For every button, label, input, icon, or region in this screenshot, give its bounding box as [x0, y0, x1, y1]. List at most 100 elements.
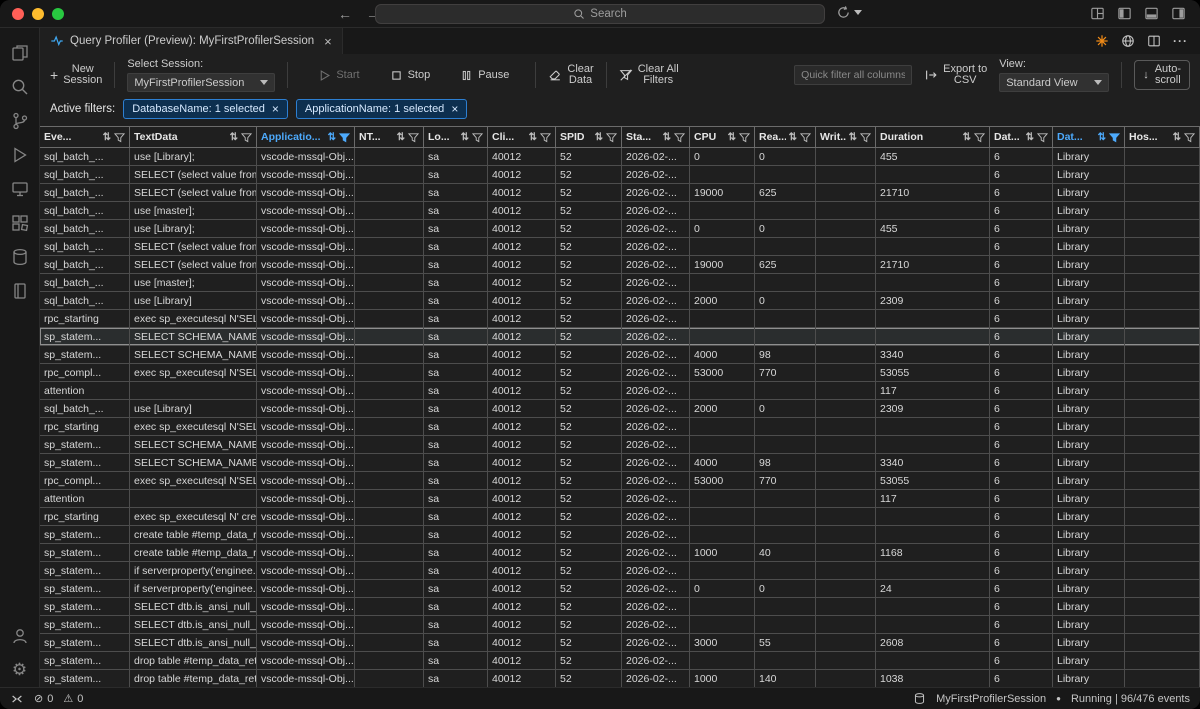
filter-icon[interactable] — [339, 132, 350, 143]
table-row[interactable]: sql_batch_...use [Library];vscode-mssql-… — [40, 220, 1200, 238]
column-header[interactable]: Duration⇅ — [876, 127, 990, 147]
remote-explorer-icon[interactable] — [0, 172, 40, 206]
table-row[interactable]: sql_batch_...SELECT (select value from .… — [40, 256, 1200, 274]
filter-icon[interactable] — [739, 132, 750, 143]
table-row[interactable]: rpc_compl...exec sp_executesql N'SEL...v… — [40, 472, 1200, 490]
globe-icon[interactable] — [1121, 34, 1135, 48]
filter-icon[interactable] — [674, 132, 685, 143]
export-csv-button[interactable]: Export to CSV — [924, 64, 987, 86]
view-select[interactable]: Standard View — [999, 73, 1109, 92]
column-header[interactable]: Lo...⇅ — [424, 127, 488, 147]
column-header[interactable]: Dat...⇅ — [1053, 127, 1125, 147]
extensions-icon[interactable] — [0, 206, 40, 240]
new-session-button[interactable]: + New Session — [50, 64, 102, 86]
remote-indicator-icon[interactable] — [10, 692, 24, 706]
close-window-button[interactable] — [12, 8, 24, 20]
split-editor-icon[interactable] — [1147, 34, 1161, 48]
account-icon[interactable] — [0, 619, 40, 653]
session-select[interactable]: MyFirstProfilerSession — [127, 73, 275, 92]
filter-icon[interactable] — [408, 132, 419, 143]
pause-button[interactable]: Pause — [460, 69, 509, 82]
source-control-icon[interactable] — [0, 104, 40, 138]
sort-icon[interactable]: ⇅ — [1098, 132, 1106, 143]
column-header[interactable]: Rea...⇅ — [755, 127, 816, 147]
column-header[interactable]: Hos...⇅ — [1125, 127, 1200, 147]
filter-icon[interactable] — [860, 132, 871, 143]
sort-icon[interactable]: ⇅ — [728, 132, 736, 143]
sort-icon[interactable]: ⇅ — [1026, 132, 1034, 143]
filter-icon[interactable] — [472, 132, 483, 143]
back-button[interactable]: ← — [338, 6, 352, 22]
problems-warnings[interactable]: ⚠ 0 — [63, 692, 83, 705]
table-row[interactable]: sp_statem...SELECT SCHEMA_NAME(t...vscod… — [40, 436, 1200, 454]
sort-icon[interactable]: ⇅ — [397, 132, 405, 143]
sort-icon[interactable]: ⇅ — [963, 132, 971, 143]
titlebar-search[interactable]: Search — [375, 4, 825, 24]
toggle-secondary-sidebar-icon[interactable] — [1171, 6, 1186, 21]
more-actions-icon[interactable]: ··· — [1173, 34, 1188, 48]
minimize-window-button[interactable] — [32, 8, 44, 20]
table-row[interactable]: sp_statem...create table #temp_data_r...… — [40, 544, 1200, 562]
column-header[interactable]: NT...⇅ — [355, 127, 424, 147]
column-header[interactable]: Sta...⇅ — [622, 127, 690, 147]
sort-icon[interactable]: ⇅ — [461, 132, 469, 143]
table-row[interactable]: sp_statem...SELECT SCHEMA_NAME(t...vscod… — [40, 454, 1200, 472]
problems-errors[interactable]: ⊘ 0 — [34, 692, 53, 705]
sort-icon[interactable]: ⇅ — [230, 132, 238, 143]
table-row[interactable]: sp_statem...if serverproperty('enginee..… — [40, 562, 1200, 580]
table-row[interactable]: sp_statem...create table #temp_data_r...… — [40, 526, 1200, 544]
table-row[interactable]: sql_batch_...use [master];vscode-mssql-O… — [40, 274, 1200, 292]
run-debug-icon[interactable] — [0, 138, 40, 172]
table-row[interactable]: sp_statem...SELECT dtb.is_ansi_null_d...… — [40, 634, 1200, 652]
table-row[interactable]: sp_statem...if serverproperty('enginee..… — [40, 580, 1200, 598]
table-row[interactable]: sql_batch_...SELECT (select value from .… — [40, 166, 1200, 184]
clear-data-button[interactable]: Clear Data — [548, 64, 593, 86]
table-row[interactable]: attentionvscode-mssql-Obj...sa4001252202… — [40, 382, 1200, 400]
table-row[interactable]: sql_batch_...use [master];vscode-mssql-O… — [40, 202, 1200, 220]
chip-close-icon[interactable]: × — [451, 102, 458, 116]
clear-all-filters-button[interactable]: Clear All Filters — [619, 64, 679, 86]
sync-control[interactable] — [836, 5, 862, 20]
sort-icon[interactable]: ⇅ — [849, 132, 857, 143]
toggle-panel-icon[interactable] — [1144, 6, 1159, 21]
notebook-icon[interactable] — [0, 274, 40, 308]
stop-button[interactable]: Stop — [390, 69, 431, 82]
table-row[interactable]: sql_batch_...SELECT (select value from .… — [40, 184, 1200, 202]
customize-layout-icon[interactable] — [1090, 6, 1105, 21]
filter-icon[interactable] — [1037, 132, 1048, 143]
sort-icon[interactable]: ⇅ — [595, 132, 603, 143]
record-icon[interactable] — [1095, 34, 1109, 48]
column-header[interactable]: Dat...⇅ — [990, 127, 1053, 147]
table-row[interactable]: sp_statem...drop table #temp_data_ret...… — [40, 652, 1200, 670]
sort-icon[interactable]: ⇅ — [663, 132, 671, 143]
filter-icon[interactable] — [974, 132, 985, 143]
settings-gear-icon[interactable]: ⚙ — [0, 653, 40, 687]
filter-icon[interactable] — [241, 132, 252, 143]
auto-scroll-button[interactable]: ↓ Auto- scroll — [1134, 60, 1190, 90]
column-header[interactable]: Eve...⇅ — [40, 127, 130, 147]
filter-icon[interactable] — [1184, 132, 1195, 143]
table-row[interactable]: sql_batch_...use [Library]vscode-mssql-O… — [40, 292, 1200, 310]
sort-icon[interactable]: ⇅ — [789, 132, 797, 143]
column-header[interactable]: CPU⇅ — [690, 127, 755, 147]
table-row[interactable]: sql_batch_...SELECT (select value from .… — [40, 238, 1200, 256]
table-row[interactable]: rpc_startingexec sp_executesql N'SEL...v… — [40, 418, 1200, 436]
sort-icon[interactable]: ⇅ — [328, 132, 336, 143]
database-icon[interactable] — [0, 240, 40, 274]
status-running-text[interactable]: Running | 96/476 events — [1071, 693, 1190, 705]
table-row[interactable]: sp_statem...drop table #temp_data_ret...… — [40, 670, 1200, 687]
filter-icon[interactable] — [114, 132, 125, 143]
column-header[interactable]: Writ...⇅ — [816, 127, 876, 147]
table-row[interactable]: sp_statem...SELECT dtb.is_ansi_null_d...… — [40, 598, 1200, 616]
table-row[interactable]: sp_statem...SELECT dtb.is_ansi_null_d...… — [40, 616, 1200, 634]
column-header[interactable]: Applicatio...⇅ — [257, 127, 355, 147]
toggle-sidebar-icon[interactable] — [1117, 6, 1132, 21]
zoom-window-button[interactable] — [52, 8, 64, 20]
search-sidebar-icon[interactable] — [0, 70, 40, 104]
filter-icon[interactable] — [540, 132, 551, 143]
table-row[interactable]: rpc_startingexec sp_executesql N' crea..… — [40, 508, 1200, 526]
quick-filter-input[interactable] — [794, 65, 912, 85]
sort-icon[interactable]: ⇅ — [529, 132, 537, 143]
filter-icon[interactable] — [800, 132, 811, 143]
filter-icon[interactable] — [1109, 132, 1120, 143]
